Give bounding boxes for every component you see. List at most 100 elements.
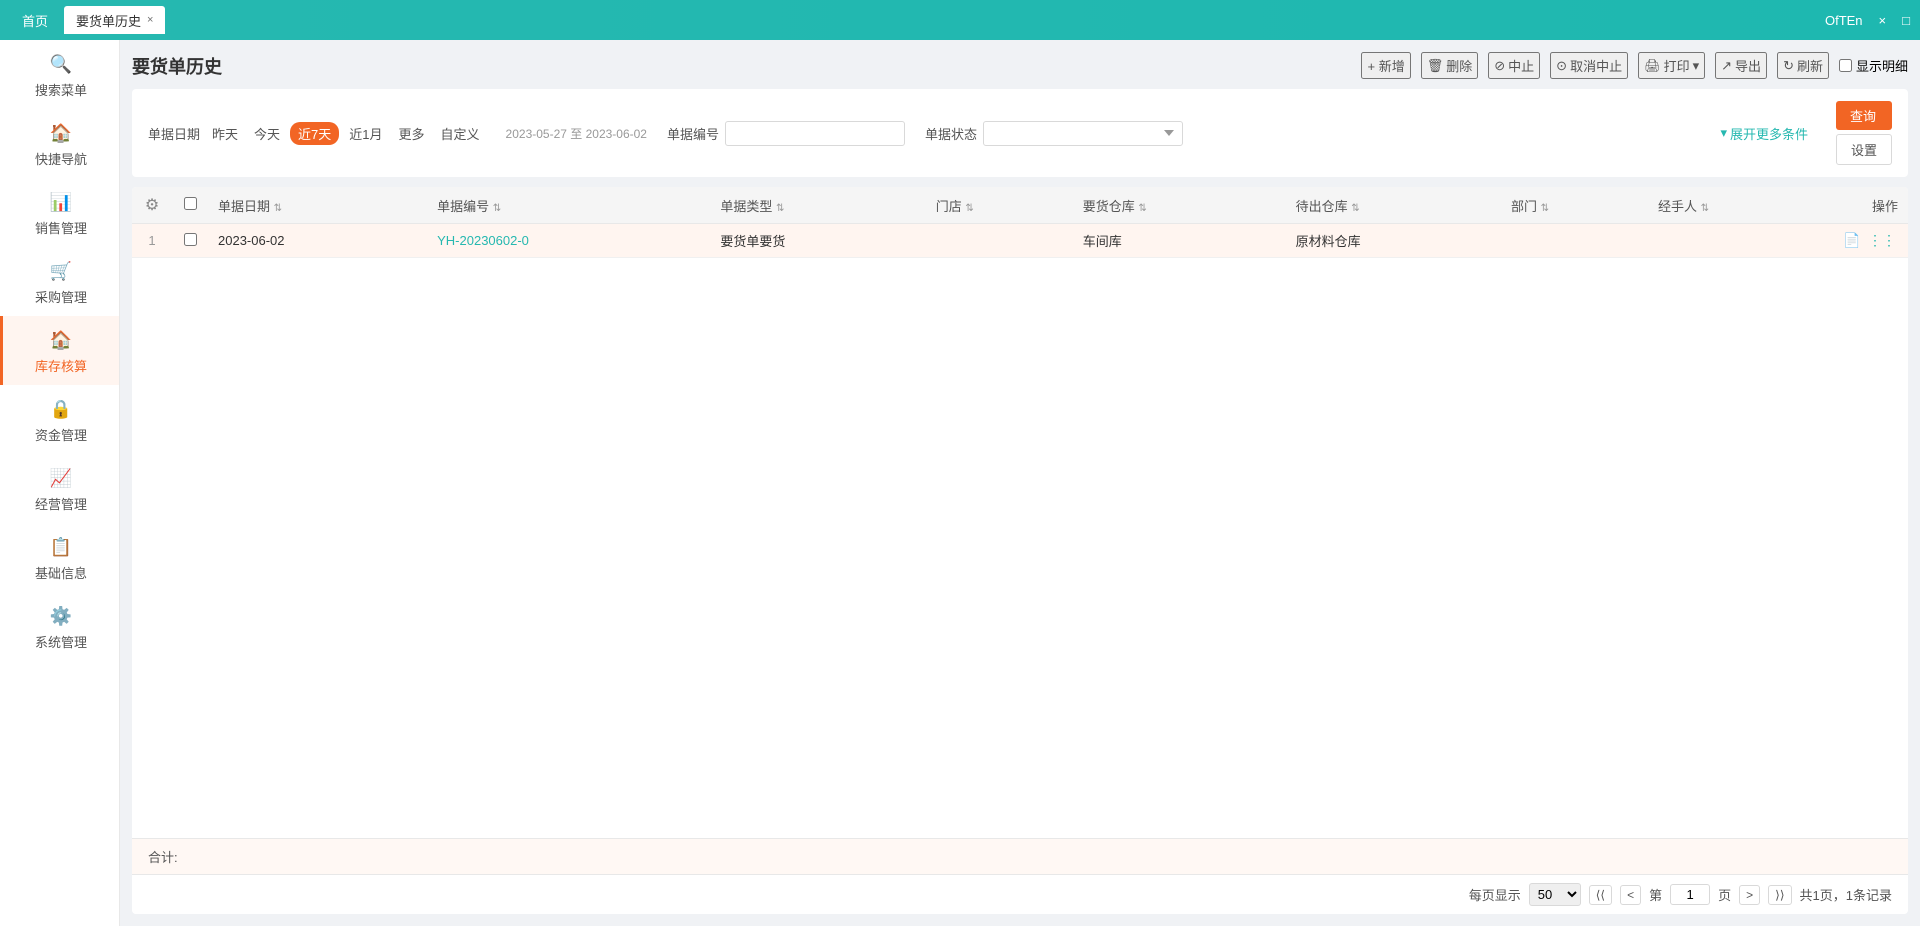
tab-requisition-history-label: 要货单历史 [76,11,141,30]
close-tab-icon[interactable]: × [147,14,153,26]
column-settings-icon[interactable]: ⚙ [145,197,159,214]
sidebar-item-label: 搜索菜单 [35,80,87,99]
col-dept[interactable]: 部门 ⇅ [1501,187,1648,224]
settings-button[interactable]: 设置 [1836,134,1892,165]
query-button[interactable]: 查询 [1836,101,1892,130]
expand-filters-button[interactable]: ▾ 展开更多条件 [1720,124,1808,143]
sidebar-item-label: 库存核算 [35,356,87,375]
date-1month[interactable]: 近1月 [343,122,388,145]
sidebar-item-quick-nav[interactable]: 🏠 快捷导航 [0,109,119,178]
top-bar-right: OfTEn × □ [1825,13,1910,28]
next-page-button[interactable]: > [1739,885,1760,905]
status-filter-select[interactable] [983,121,1183,146]
first-page-button[interactable]: ⟨⟨ [1589,885,1612,905]
col-checkbox [172,187,208,224]
col-ops: 操作 [1828,187,1908,224]
prev-page-button[interactable]: < [1620,885,1641,905]
col-store[interactable]: 门店 ⇅ [926,187,1073,224]
export-button[interactable]: ↗ 导出 [1715,52,1767,79]
col-doc-type[interactable]: 单据类型 ⇅ [710,187,925,224]
tab-requisition-history[interactable]: 要货单历史 × [64,6,165,34]
main-table: ⚙ 单据日期 ⇅ 单据编号 ⇅ [132,187,1908,258]
page-size-select[interactable]: 20 50 100 [1529,883,1581,906]
show-detail-checkbox-label[interactable]: 显示明细 [1839,56,1908,75]
sidebar-item-label: 销售管理 [35,218,87,237]
close-window-icon[interactable]: × [1879,13,1887,28]
show-detail-checkbox[interactable] [1839,59,1852,72]
row-handler [1648,224,1828,258]
sales-mgmt-icon: 📊 [50,192,72,213]
export-icon: ↗ [1721,58,1732,74]
sidebar-item-system-mgmt[interactable]: ⚙️ 系统管理 [0,592,119,661]
cancel-stop-icon: ⊙ [1556,58,1567,74]
row-doc-date: 2023-06-02 [208,224,427,258]
content-area: 要货单历史 + 新增 🗑 删除 ⊘ 中止 ⊙ 取消中止 🖨 [120,40,1920,926]
docno-filter-input[interactable] [725,121,905,146]
date-custom[interactable]: 自定义 [435,122,486,145]
row-more-icon[interactable]: ⋮⋮ [1868,232,1896,248]
row-doc-no: YH-20230602-0 [427,224,710,258]
table-header-row: ⚙ 单据日期 ⇅ 单据编号 ⇅ [132,187,1908,224]
system-mgmt-icon: ⚙️ [50,606,72,627]
page-size-label: 每页显示 [1469,885,1521,904]
status-filter-label: 单据状态 [925,124,977,143]
maximize-icon[interactable]: □ [1902,13,1910,28]
col-pending-warehouse[interactable]: 待出仓库 ⇅ [1286,187,1501,224]
page-header: 要货单历史 + 新增 🗑 删除 ⊘ 中止 ⊙ 取消中止 🖨 [132,52,1908,79]
filter-panel: 单据日期 昨天 今天 近7天 近1月 更多 自定义 2023-05-27 至 2… [132,89,1908,177]
cancel-stop-button[interactable]: ⊙ 取消中止 [1550,52,1628,79]
delete-button[interactable]: 🗑 删除 [1421,52,1479,79]
sort-icon-doctype: ⇅ [776,203,784,214]
quick-nav-icon: 🏠 [50,123,72,144]
sidebar-item-label: 基础信息 [35,563,87,582]
print-button[interactable]: 🖨 打印 ▾ [1638,52,1705,79]
date-filter-label: 单据日期 [148,124,200,143]
sidebar-item-purchase-mgmt[interactable]: 🛒 采购管理 [0,247,119,316]
inventory-calc-icon: 🏠 [50,330,72,351]
col-req-warehouse[interactable]: 要货仓库 ⇅ [1073,187,1286,224]
table-container: ⚙ 单据日期 ⇅ 单据编号 ⇅ [132,187,1908,914]
print-chevron-icon: ▾ [1693,58,1700,74]
col-handler[interactable]: 经手人 ⇅ [1648,187,1828,224]
row-edit-icon[interactable]: 📄 [1843,232,1860,248]
stop-button[interactable]: ⊘ 中止 [1488,52,1540,79]
sidebar-item-inventory-calc[interactable]: 🏠 库存核算 [0,316,119,385]
query-buttons: 查询 设置 [1836,101,1892,165]
sort-icon-docno: ⇅ [493,203,501,214]
sidebar-item-basic-info[interactable]: 📋 基础信息 [0,523,119,592]
sidebar-item-ops-mgmt[interactable]: 📈 经营管理 [0,454,119,523]
col-doc-no[interactable]: 单据编号 ⇅ [427,187,710,224]
sidebar-item-finance-mgmt[interactable]: 🔒 资金管理 [0,385,119,454]
tab-home-label: 首页 [22,11,48,30]
row-checkbox-cell [172,224,208,258]
expand-icon: ▾ [1720,125,1727,141]
page-unit: 页 [1718,885,1731,904]
row-checkbox[interactable] [184,233,197,246]
row-dept [1501,224,1648,258]
page-title: 要货单历史 [132,53,222,79]
refresh-button[interactable]: ↻ 刷新 [1777,52,1829,79]
select-all-checkbox[interactable] [184,197,197,210]
page-label: 第 [1649,885,1662,904]
doc-no-link[interactable]: YH-20230602-0 [437,233,529,248]
date-more[interactable]: 更多 [393,122,431,145]
date-7days[interactable]: 近7天 [290,122,339,145]
page-input[interactable] [1670,884,1710,905]
date-yesterday[interactable]: 昨天 [206,122,244,145]
col-settings[interactable]: ⚙ [132,187,172,224]
stop-icon: ⊘ [1494,58,1505,74]
new-button[interactable]: + 新增 [1361,52,1410,79]
tab-home[interactable]: 首页 [10,6,60,34]
row-doc-type: 要货单要货 [710,224,925,258]
print-icon: 🖨 [1644,58,1661,74]
sidebar-item-search-menu[interactable]: 🔍 搜索菜单 [0,40,119,109]
basic-info-icon: 📋 [50,537,72,558]
col-doc-date[interactable]: 单据日期 ⇅ [208,187,427,224]
filter-status-item: 单据状态 [925,121,1183,146]
sidebar-item-sales-mgmt[interactable]: 📊 销售管理 [0,178,119,247]
filter-docno-item: 单据编号 [667,121,905,146]
docno-filter-label: 单据编号 [667,124,719,143]
date-today[interactable]: 今天 [248,122,286,145]
summary-label: 合计: [148,847,178,866]
last-page-button[interactable]: ⟩⟩ [1768,885,1791,905]
